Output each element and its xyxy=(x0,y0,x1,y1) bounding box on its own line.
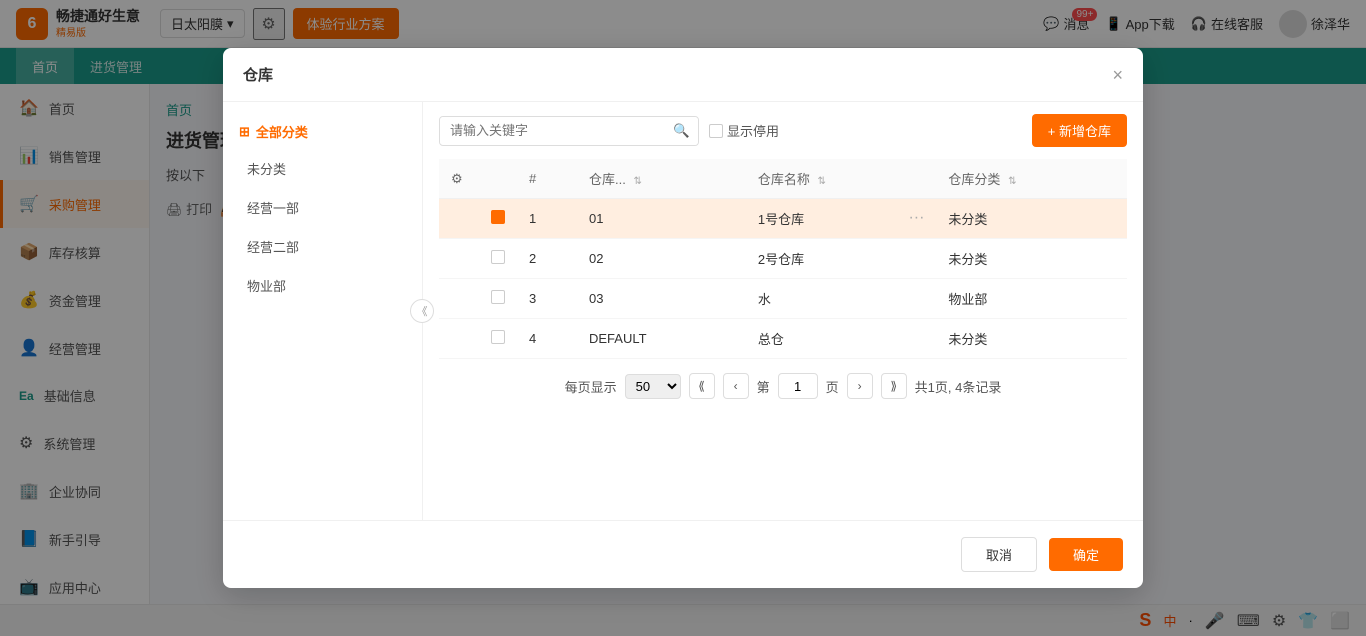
row-checkbox-cell[interactable] xyxy=(479,279,517,319)
modal-body: ⊞ 全部分类 未分类 经营一部 经营二部 物业部 《 🔍 显示停用 + 新增仓库 xyxy=(223,102,1143,520)
category-collapse-button[interactable]: 《 xyxy=(410,299,434,323)
page-input[interactable] xyxy=(778,373,818,399)
modal-header: 仓库 × xyxy=(223,48,1143,102)
category-item-operations1[interactable]: 经营一部 xyxy=(223,188,422,227)
confirm-button[interactable]: 确定 xyxy=(1049,538,1123,571)
th-category[interactable]: 仓库分类 ⇅ xyxy=(936,159,1127,199)
row-more[interactable]: ··· xyxy=(908,209,924,227)
prev-page-button[interactable]: ‹ xyxy=(723,373,749,399)
category-panel: ⊞ 全部分类 未分类 经营一部 经营二部 物业部 《 xyxy=(223,102,423,520)
row-num: 1 xyxy=(517,199,577,239)
table-row[interactable]: 3 03 水 物业部 xyxy=(439,279,1127,319)
row-gear xyxy=(439,239,479,279)
th-settings[interactable]: ⚙ xyxy=(439,159,479,199)
total-info: 共1页, 4条记录 xyxy=(915,377,1002,396)
first-page-button[interactable]: ⟪ xyxy=(689,373,715,399)
th-code-label: 仓库... xyxy=(589,172,626,187)
row-checkbox[interactable] xyxy=(491,250,505,264)
table-row[interactable]: 4 DEFAULT 总仓 未分类 xyxy=(439,319,1127,359)
row-num: 4 xyxy=(517,319,577,359)
pagination-bar: 每页显示 50 100 200 ⟪ ‹ 第 页 › ⟫ 共1页, 4条记录 xyxy=(439,359,1127,405)
cancel-button[interactable]: 取消 xyxy=(961,537,1037,572)
row-category: 未分类 xyxy=(936,199,1127,239)
row-code: DEFAULT xyxy=(577,319,746,359)
sort-icon-code: ⇅ xyxy=(633,176,641,187)
next-page-button[interactable]: › xyxy=(847,373,873,399)
row-code: 01 xyxy=(577,199,746,239)
row-name: 水 xyxy=(746,279,937,319)
show-disabled-checkbox[interactable] xyxy=(709,124,723,138)
th-checkbox xyxy=(479,159,517,199)
last-page-button[interactable]: ⟫ xyxy=(881,373,907,399)
row-checkbox-cell[interactable] xyxy=(479,199,517,239)
show-disabled-text: 显示停用 xyxy=(727,121,779,140)
modal-close-button[interactable]: × xyxy=(1112,66,1123,84)
per-page-label: 每页显示 xyxy=(565,377,617,396)
row-checkbox-cell[interactable] xyxy=(479,239,517,279)
row-checkbox-cell[interactable] xyxy=(479,319,517,359)
table-panel: 🔍 显示停用 + 新增仓库 ⚙ # 仓库... ⇅ xyxy=(423,102,1143,520)
row-gear xyxy=(439,199,479,239)
all-categories-label: 全部分类 xyxy=(256,122,308,141)
row-category: 未分类 xyxy=(936,319,1127,359)
modal-footer: 取消 确定 xyxy=(223,520,1143,588)
sort-icon-name: ⇅ xyxy=(818,176,826,187)
all-categories-item[interactable]: ⊞ 全部分类 xyxy=(223,114,422,149)
modal-title: 仓库 xyxy=(243,64,273,85)
table-toolbar: 🔍 显示停用 + 新增仓库 xyxy=(439,114,1127,147)
row-name: 2号仓库 xyxy=(746,239,937,279)
table-row[interactable]: 2 02 2号仓库 未分类 xyxy=(439,239,1127,279)
row-gear xyxy=(439,319,479,359)
page-label: 第 xyxy=(757,377,770,396)
th-name-label: 仓库名称 xyxy=(758,172,810,187)
add-warehouse-button[interactable]: + 新增仓库 xyxy=(1032,114,1127,147)
search-icon-button[interactable]: 🔍 xyxy=(665,117,698,145)
grid-icon: ⊞ xyxy=(239,124,250,140)
th-num: # xyxy=(517,159,577,199)
th-name[interactable]: 仓库名称 ⇅ xyxy=(746,159,937,199)
row-category: 未分类 xyxy=(936,239,1127,279)
search-input[interactable] xyxy=(440,117,665,144)
row-checkbox[interactable] xyxy=(491,290,505,304)
warehouse-table: ⚙ # 仓库... ⇅ 仓库名称 ⇅ 仓库分类 ⇅ xyxy=(439,159,1127,359)
th-category-label: 仓库分类 xyxy=(948,172,1000,187)
category-item-unclassified[interactable]: 未分类 xyxy=(223,149,422,188)
page-suffix: 页 xyxy=(826,377,839,396)
th-code[interactable]: 仓库... ⇅ xyxy=(577,159,746,199)
row-name: 1号仓库··· xyxy=(746,199,937,239)
sort-icon-category: ⇅ xyxy=(1008,176,1016,187)
row-num: 2 xyxy=(517,239,577,279)
category-item-operations2[interactable]: 经营二部 xyxy=(223,227,422,266)
row-checkbox[interactable] xyxy=(491,210,505,224)
row-category: 物业部 xyxy=(936,279,1127,319)
row-code: 03 xyxy=(577,279,746,319)
table-row[interactable]: 1 01 1号仓库··· 未分类 xyxy=(439,199,1127,239)
search-box: 🔍 xyxy=(439,116,699,146)
row-code: 02 xyxy=(577,239,746,279)
table-header-row: ⚙ # 仓库... ⇅ 仓库名称 ⇅ 仓库分类 ⇅ xyxy=(439,159,1127,199)
row-num: 3 xyxy=(517,279,577,319)
category-item-property[interactable]: 物业部 xyxy=(223,266,422,305)
row-name: 总仓 xyxy=(746,319,937,359)
warehouse-modal: 仓库 × ⊞ 全部分类 未分类 经营一部 经营二部 物业部 《 🔍 xyxy=(223,48,1143,588)
row-checkbox[interactable] xyxy=(491,330,505,344)
row-gear xyxy=(439,279,479,319)
per-page-select[interactable]: 50 100 200 xyxy=(625,374,681,399)
show-disabled-label[interactable]: 显示停用 xyxy=(709,121,779,140)
